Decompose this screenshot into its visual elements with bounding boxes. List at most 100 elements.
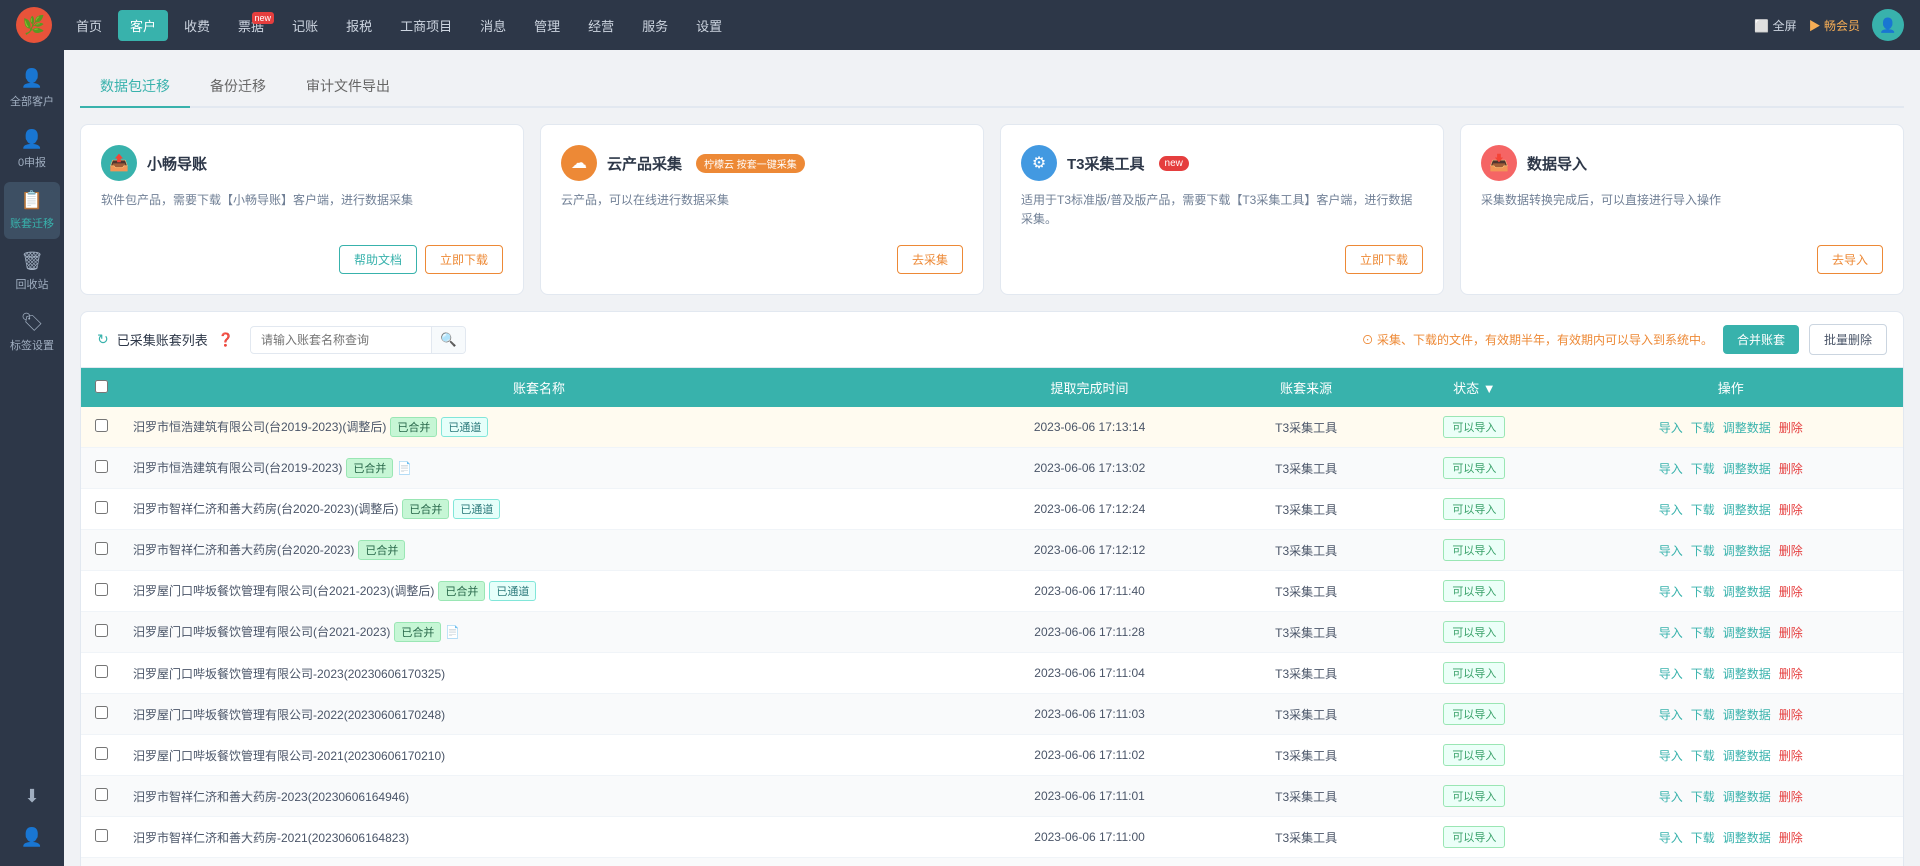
- action-导入[interactable]: 导入: [1659, 708, 1683, 722]
- action-调整数据[interactable]: 调整数据: [1723, 790, 1771, 804]
- action-调整数据[interactable]: 调整数据: [1723, 585, 1771, 599]
- action-删除[interactable]: 删除: [1779, 667, 1803, 681]
- action-导入[interactable]: 导入: [1659, 462, 1683, 476]
- nav-billing[interactable]: 收费: [172, 10, 222, 41]
- action-下载[interactable]: 下载: [1691, 585, 1715, 599]
- row-time: 2023-06-06 17:11:28: [957, 612, 1222, 653]
- action-导入[interactable]: 导入: [1659, 749, 1683, 763]
- row-checkbox[interactable]: [95, 624, 108, 637]
- row-checkbox[interactable]: [95, 460, 108, 473]
- nav-settings[interactable]: 设置: [684, 10, 734, 41]
- action-导入[interactable]: 导入: [1659, 421, 1683, 435]
- action-调整数据[interactable]: 调整数据: [1723, 749, 1771, 763]
- nav-message[interactable]: 消息: [468, 10, 518, 41]
- action-导入[interactable]: 导入: [1659, 544, 1683, 558]
- sidebar-item-all-customers[interactable]: 👤 全部客户: [4, 60, 60, 117]
- nav-accounting[interactable]: 记账: [280, 10, 330, 41]
- sidebar-item-zero-report[interactable]: 👤 0申报: [4, 121, 60, 178]
- action-删除[interactable]: 删除: [1779, 585, 1803, 599]
- refresh-icon[interactable]: ↻: [97, 331, 109, 348]
- action-下载[interactable]: 下载: [1691, 544, 1715, 558]
- go-collect-button[interactable]: 去采集: [897, 245, 963, 274]
- action-下载[interactable]: 下载: [1691, 626, 1715, 640]
- action-调整数据[interactable]: 调整数据: [1723, 421, 1771, 435]
- batch-delete-button[interactable]: 批量删除: [1809, 324, 1887, 355]
- action-下载[interactable]: 下载: [1691, 462, 1715, 476]
- search-input[interactable]: [251, 328, 431, 352]
- action-删除[interactable]: 删除: [1779, 421, 1803, 435]
- go-import-button[interactable]: 去导入: [1817, 245, 1883, 274]
- tab-backup-migration[interactable]: 备份迁移: [190, 66, 286, 108]
- cloud-actions: 去采集: [561, 245, 963, 274]
- sidebar-label-recycle: 回收站: [16, 276, 49, 292]
- member-btn[interactable]: ▶ 畅会员: [1809, 17, 1860, 34]
- help-circle-icon[interactable]: ❓: [218, 332, 234, 348]
- action-删除[interactable]: 删除: [1779, 831, 1803, 845]
- help-doc-button[interactable]: 帮助文档: [339, 245, 417, 274]
- search-button[interactable]: 🔍: [431, 327, 465, 353]
- action-导入[interactable]: 导入: [1659, 503, 1683, 517]
- action-删除[interactable]: 删除: [1779, 749, 1803, 763]
- status-badge: 可以导入: [1443, 662, 1505, 684]
- action-下载[interactable]: 下载: [1691, 421, 1715, 435]
- select-all-checkbox[interactable]: [95, 380, 108, 393]
- action-调整数据[interactable]: 调整数据: [1723, 667, 1771, 681]
- action-调整数据[interactable]: 调整数据: [1723, 503, 1771, 517]
- action-调整数据[interactable]: 调整数据: [1723, 626, 1771, 640]
- download-now-button[interactable]: 立即下载: [425, 245, 503, 274]
- sidebar-label-all-customers: 全部客户: [10, 93, 54, 109]
- row-checkbox[interactable]: [95, 542, 108, 555]
- fullscreen-btn[interactable]: ⬜ 全屏: [1754, 17, 1796, 34]
- tab-data-migration[interactable]: 数据包迁移: [80, 66, 190, 108]
- user-avatar[interactable]: 👤: [1872, 9, 1904, 41]
- nav-tax[interactable]: 报税: [334, 10, 384, 41]
- download-t3-button[interactable]: 立即下载: [1345, 245, 1423, 274]
- tab-bar: 数据包迁移 备份迁移 审计文件导出: [80, 66, 1904, 108]
- action-下载[interactable]: 下载: [1691, 667, 1715, 681]
- nav-business[interactable]: 工商项目: [388, 10, 464, 41]
- sidebar-item-account-migration[interactable]: 📋 账套迁移: [4, 182, 60, 239]
- row-checkbox[interactable]: [95, 419, 108, 432]
- action-删除[interactable]: 删除: [1779, 462, 1803, 476]
- row-checkbox[interactable]: [95, 829, 108, 842]
- row-checkbox[interactable]: [95, 583, 108, 596]
- tab-audit-export[interactable]: 审计文件导出: [286, 66, 410, 108]
- action-调整数据[interactable]: 调整数据: [1723, 708, 1771, 722]
- action-删除[interactable]: 删除: [1779, 503, 1803, 517]
- action-下载[interactable]: 下载: [1691, 708, 1715, 722]
- action-导入[interactable]: 导入: [1659, 831, 1683, 845]
- action-导入[interactable]: 导入: [1659, 667, 1683, 681]
- action-调整数据[interactable]: 调整数据: [1723, 831, 1771, 845]
- action-下载[interactable]: 下载: [1691, 503, 1715, 517]
- nav-home[interactable]: 首页: [64, 10, 114, 41]
- sidebar-user[interactable]: 👤: [4, 819, 60, 856]
- sidebar-item-tag-settings[interactable]: 🏷 标签设置: [4, 304, 60, 361]
- action-删除[interactable]: 删除: [1779, 790, 1803, 804]
- row-checkbox[interactable]: [95, 706, 108, 719]
- action-下载[interactable]: 下载: [1691, 831, 1715, 845]
- action-导入[interactable]: 导入: [1659, 790, 1683, 804]
- action-删除[interactable]: 删除: [1779, 708, 1803, 722]
- card-t3-collect: ⚙ T3采集工具 new 适用于T3标准版/普及版产品，需要下载【T3采集工具】…: [1000, 124, 1444, 295]
- row-checkbox[interactable]: [95, 747, 108, 760]
- action-导入[interactable]: 导入: [1659, 585, 1683, 599]
- nav-manage[interactable]: 管理: [522, 10, 572, 41]
- action-下载[interactable]: 下载: [1691, 790, 1715, 804]
- nav-invoice[interactable]: 票据 new: [226, 10, 276, 41]
- row-checkbox[interactable]: [95, 665, 108, 678]
- nav-operation[interactable]: 经营: [576, 10, 626, 41]
- list-header: ↻ 已采集账套列表 ❓ 🔍 ⊙ 采集、下载的文件，有效期半年，有效期内可以导入到…: [81, 312, 1903, 368]
- row-checkbox[interactable]: [95, 788, 108, 801]
- action-导入[interactable]: 导入: [1659, 626, 1683, 640]
- action-下载[interactable]: 下载: [1691, 749, 1715, 763]
- sidebar-item-recycle[interactable]: 🗑 回收站: [4, 243, 60, 300]
- sidebar-download[interactable]: ⬇: [4, 778, 60, 815]
- action-调整数据[interactable]: 调整数据: [1723, 462, 1771, 476]
- nav-customer[interactable]: 客户: [118, 10, 168, 41]
- action-删除[interactable]: 删除: [1779, 626, 1803, 640]
- action-调整数据[interactable]: 调整数据: [1723, 544, 1771, 558]
- action-删除[interactable]: 删除: [1779, 544, 1803, 558]
- nav-service[interactable]: 服务: [630, 10, 680, 41]
- row-checkbox[interactable]: [95, 501, 108, 514]
- merge-account-button[interactable]: 合并账套: [1723, 325, 1799, 354]
